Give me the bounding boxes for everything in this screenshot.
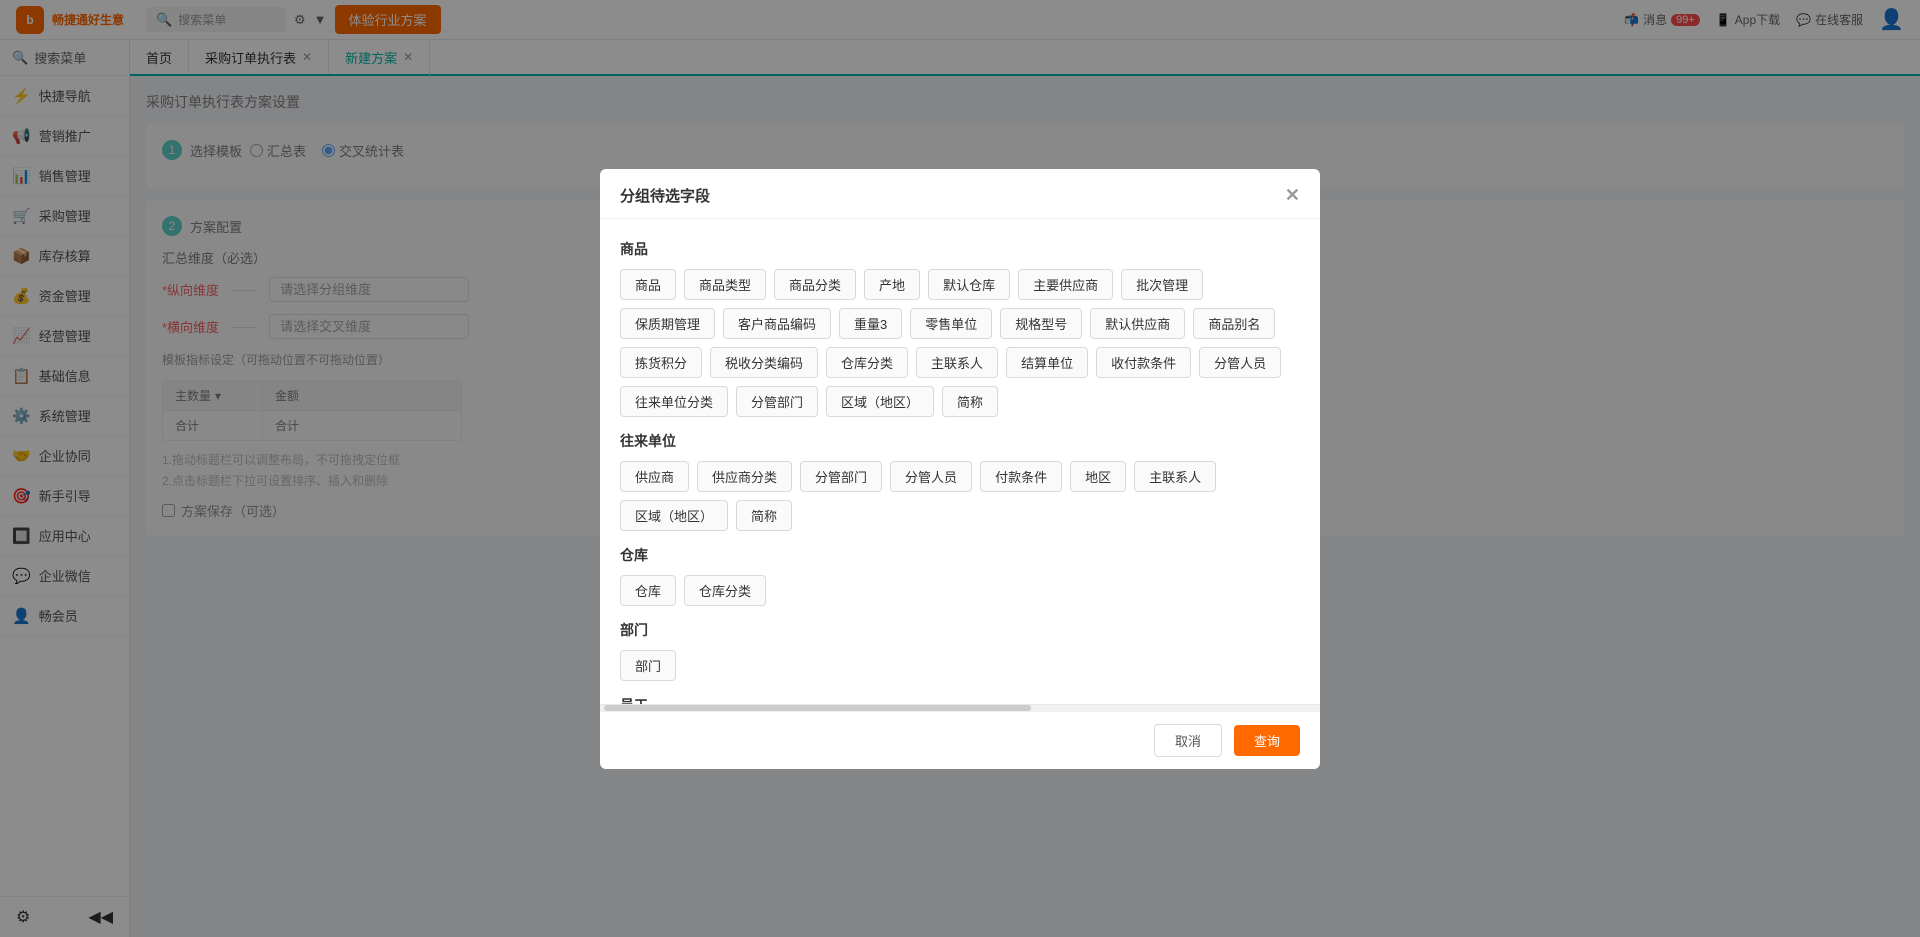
field-tag[interactable]: 仓库 <box>620 575 676 606</box>
modal-header: 分组待选字段 ✕ <box>600 169 1320 219</box>
field-tag[interactable]: 分管部门 <box>800 461 882 492</box>
field-tags-partner: 供应商 供应商分类 分管部门 分管人员 付款条件 地区 主联系人 区域（地区） … <box>620 461 1300 531</box>
confirm-button[interactable]: 查询 <box>1234 725 1300 756</box>
field-tags-dept: 部门 <box>620 650 1300 681</box>
field-tag[interactable]: 客户商品编码 <box>723 308 831 339</box>
field-tag[interactable]: 默认供应商 <box>1090 308 1185 339</box>
cancel-button[interactable]: 取消 <box>1154 724 1222 757</box>
field-tag[interactable]: 往来单位分类 <box>620 386 728 417</box>
modal-overlay: 分组待选字段 ✕ 商品 商品 商品类型 商品分类 产地 默认仓库 主要供应商 批… <box>0 0 1920 937</box>
section-title-partner: 往来单位 <box>620 431 1300 451</box>
modal-body: 商品 商品 商品类型 商品分类 产地 默认仓库 主要供应商 批次管理 保质期管理… <box>600 219 1320 704</box>
field-tag[interactable]: 商品分类 <box>774 269 856 300</box>
field-tag[interactable]: 商品类型 <box>684 269 766 300</box>
field-tag[interactable]: 仓库分类 <box>826 347 908 378</box>
field-tags-goods: 商品 商品类型 商品分类 产地 默认仓库 主要供应商 批次管理 保质期管理 客户… <box>620 269 1300 417</box>
field-tag[interactable]: 分管人员 <box>1199 347 1281 378</box>
field-tag[interactable]: 分管部门 <box>736 386 818 417</box>
horizontal-scrollbar[interactable] <box>600 704 1320 711</box>
field-tag[interactable]: 默认仓库 <box>928 269 1010 300</box>
field-tag[interactable]: 区域（地区） <box>620 500 728 531</box>
field-tag[interactable]: 主联系人 <box>1134 461 1216 492</box>
field-tag[interactable]: 产地 <box>864 269 920 300</box>
field-tag[interactable]: 简称 <box>736 500 792 531</box>
field-tag[interactable]: 结算单位 <box>1006 347 1088 378</box>
field-tag[interactable]: 拣货积分 <box>620 347 702 378</box>
field-tag[interactable]: 供应商分类 <box>697 461 792 492</box>
field-tag[interactable]: 规格型号 <box>1000 308 1082 339</box>
modal-dialog: 分组待选字段 ✕ 商品 商品 商品类型 商品分类 产地 默认仓库 主要供应商 批… <box>600 169 1320 769</box>
field-tag[interactable]: 保质期管理 <box>620 308 715 339</box>
field-tag[interactable]: 零售单位 <box>910 308 992 339</box>
field-tag[interactable]: 批次管理 <box>1121 269 1203 300</box>
field-tag[interactable]: 主要供应商 <box>1018 269 1113 300</box>
section-title-warehouse: 仓库 <box>620 545 1300 565</box>
field-tag[interactable]: 主联系人 <box>916 347 998 378</box>
field-tag[interactable]: 地区 <box>1070 461 1126 492</box>
field-tags-warehouse: 仓库 仓库分类 <box>620 575 1300 606</box>
field-tag[interactable]: 仓库分类 <box>684 575 766 606</box>
field-tag[interactable]: 付款条件 <box>980 461 1062 492</box>
field-tag[interactable]: 重量3 <box>839 308 902 339</box>
field-tag[interactable]: 商品别名 <box>1193 308 1275 339</box>
modal-close-icon[interactable]: ✕ <box>1285 185 1300 206</box>
modal-footer: 取消 查询 <box>600 711 1320 769</box>
section-title-goods: 商品 <box>620 239 1300 259</box>
field-tag[interactable]: 供应商 <box>620 461 689 492</box>
section-title-dept: 部门 <box>620 620 1300 640</box>
field-tag[interactable]: 收付款条件 <box>1096 347 1191 378</box>
field-tag[interactable]: 部门 <box>620 650 676 681</box>
modal-title: 分组待选字段 <box>620 185 710 206</box>
field-tag[interactable]: 税收分类编码 <box>710 347 818 378</box>
field-tag[interactable]: 区域（地区） <box>826 386 934 417</box>
field-tag[interactable]: 简称 <box>942 386 998 417</box>
field-tag[interactable]: 商品 <box>620 269 676 300</box>
field-tag[interactable]: 分管人员 <box>890 461 972 492</box>
section-title-staff: 员工 <box>620 695 1300 704</box>
